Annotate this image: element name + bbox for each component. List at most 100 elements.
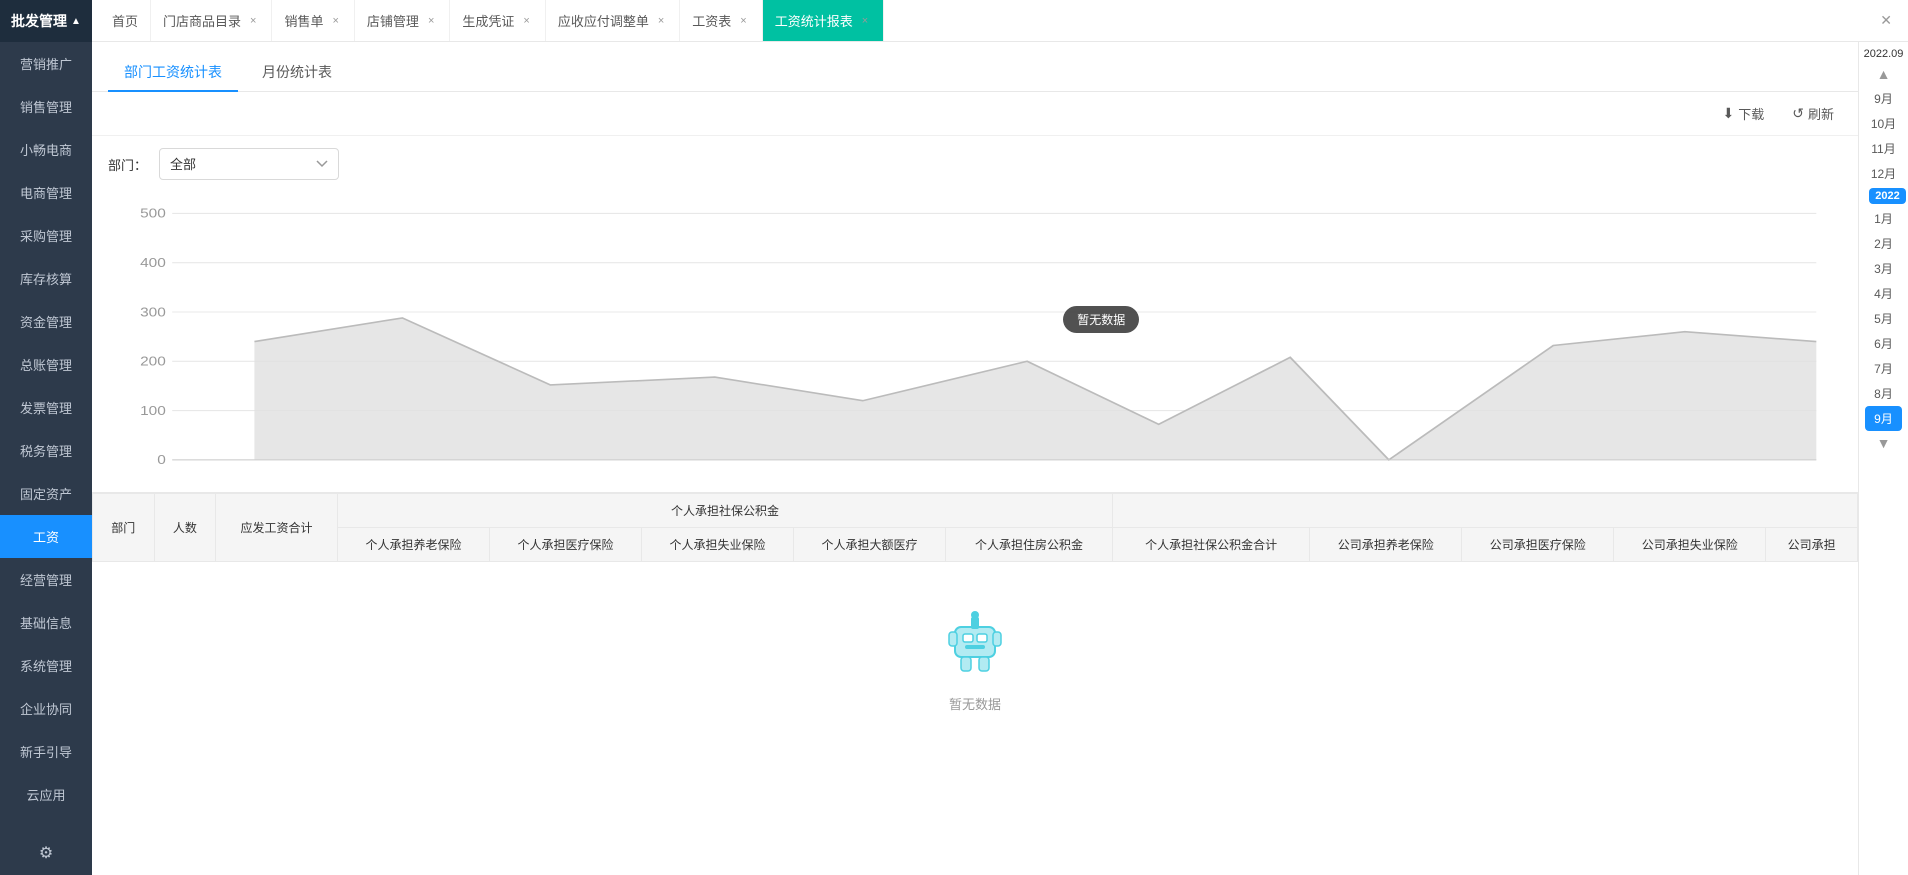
timeline-month-6月[interactable]: 6月 (1865, 331, 1901, 356)
tab-工资统计报表[interactable]: 工资统计报表 × (763, 0, 884, 41)
sidebar-item-采购管理[interactable]: 采购管理 (0, 214, 92, 257)
tab-close-icon[interactable]: × (737, 14, 749, 28)
timeline-month-4月[interactable]: 4月 (1865, 281, 1901, 306)
timeline-month-3月[interactable]: 3月 (1865, 256, 1901, 281)
tab-label: 工资统计报表 (775, 11, 853, 30)
refresh-label: 刷新 (1808, 104, 1834, 123)
toolbar: ⬇ 下载 ↺ 刷新 (92, 92, 1858, 136)
main-area: 首页门店商品目录×销售单×店铺管理×生成凭证×应收应付调整单×工资表×工资统计报… (92, 0, 1908, 875)
col-个人承担社保公积金合计: 个人承担社保公积金合计 (1113, 528, 1310, 562)
timeline-month-9月[interactable]: 9月 (1865, 406, 1901, 431)
col-个人承担住房公积金: 个人承担住房公积金 (945, 528, 1112, 562)
col-公司承担医疗保险: 公司承担医疗保险 (1462, 528, 1614, 562)
col-group-company (1113, 494, 1858, 528)
department-select[interactable]: 全部销售部财务部运营部 (159, 148, 339, 180)
tab-应收应付调整单[interactable]: 应收应付调整单× (546, 0, 680, 41)
download-label: 下载 (1738, 104, 1764, 123)
download-button[interactable]: ⬇ 下载 (1715, 100, 1773, 127)
timeline-month-11月[interactable]: 11月 (1865, 136, 1901, 161)
timeline-down-arrow[interactable]: ▼ (1859, 431, 1908, 455)
chart-area: 0100200300400500 暂无数据 (92, 192, 1858, 492)
timeline-month-1月[interactable]: 1月 (1865, 206, 1901, 231)
tab-工资表[interactable]: 工资表 × (680, 0, 762, 41)
tab-bar: 首页门店商品目录×销售单×店铺管理×生成凭证×应收应付调整单×工资表×工资统计报… (92, 0, 1908, 42)
sidebar-item-税务管理[interactable]: 税务管理 (0, 429, 92, 472)
sub-tabs: 部门工资统计表月份统计表 (108, 54, 348, 91)
sidebar-title: 批发管理 (11, 11, 67, 31)
chart-svg: 0100200300400500 (108, 192, 1842, 492)
col-个人承担医疗保险: 个人承担医疗保险 (489, 528, 641, 562)
refresh-button[interactable]: ↺ 刷新 (1784, 100, 1842, 127)
sidebar-item-系统管理[interactable]: 系统管理 (0, 644, 92, 687)
sidebar-item-资金管理[interactable]: 资金管理 (0, 300, 92, 343)
svg-text:500: 500 (140, 207, 166, 221)
svg-text:100: 100 (140, 404, 166, 418)
tab-label: 工资表 (692, 11, 731, 30)
timeline-month-9月[interactable]: 9月 (1865, 86, 1901, 111)
tab-items: 首页门店商品目录×销售单×店铺管理×生成凭证×应收应付调整单×工资表×工资统计报… (100, 0, 884, 41)
tab-label: 生成凭证 (462, 11, 514, 30)
tab-label: 店铺管理 (367, 11, 419, 30)
sidebar-footer[interactable]: ⚙ (0, 831, 92, 875)
filter-select-wrapper: 全部销售部财务部运营部 (159, 148, 339, 180)
col-个人承担养老保险: 个人承担养老保险 (337, 528, 489, 562)
timeline-month-12月[interactable]: 12月 (1865, 161, 1901, 186)
col-公司承担养老保险: 公司承担养老保险 (1310, 528, 1462, 562)
tab-生成凭证[interactable]: 生成凭证 × (450, 0, 545, 41)
sidebar-item-云应用[interactable]: 云应用 (0, 773, 92, 816)
timeline-month-8月[interactable]: 8月 (1865, 381, 1901, 406)
sidebar-item-工资[interactable]: 工资 (0, 515, 92, 558)
sidebar-item-新手引导[interactable]: 新手引导 (0, 730, 92, 773)
sidebar-item-小畅电商[interactable]: 小畅电商 (0, 128, 92, 171)
sidebar-item-基础信息[interactable]: 基础信息 (0, 601, 92, 644)
tab-close-icon[interactable]: × (247, 14, 259, 28)
sidebar-header[interactable]: 批发管理 ▲ (0, 0, 92, 42)
data-table: 部门人数应发工资合计个人承担社保公积金个人承担养老保险个人承担医疗保险个人承担失… (92, 493, 1858, 562)
tab-close-icon[interactable]: × (655, 14, 667, 28)
empty-state-text: 暂无数据 (949, 694, 1001, 713)
svg-text:400: 400 (140, 256, 166, 270)
tab-门店商品目录[interactable]: 门店商品目录× (151, 0, 272, 41)
timeline-month-5月[interactable]: 5月 (1865, 306, 1901, 331)
sub-tab-部门工资统计表[interactable]: 部门工资统计表 (108, 54, 238, 92)
timeline-up-arrow[interactable]: ▲ (1859, 62, 1908, 86)
col-公司承担: 公司承担 (1766, 528, 1858, 562)
sidebar-item-电商管理[interactable]: 电商管理 (0, 171, 92, 214)
sidebar-item-经营管理[interactable]: 经营管理 (0, 558, 92, 601)
empty-icon (935, 602, 1015, 682)
tab-close-icon[interactable]: × (520, 14, 532, 28)
tab-店铺管理[interactable]: 店铺管理 × (355, 0, 450, 41)
tab-label: 销售单 (284, 11, 323, 30)
tab-label: 首页 (112, 11, 138, 30)
tab-首页[interactable]: 首页 (100, 0, 151, 41)
sidebar-item-企业协同[interactable]: 企业协同 (0, 687, 92, 730)
sidebar-item-固定资产[interactable]: 固定资产 (0, 472, 92, 515)
sidebar-item-发票管理[interactable]: 发票管理 (0, 386, 92, 429)
svg-text:0: 0 (157, 453, 166, 467)
timeline-header: 2022.09 (1859, 46, 1908, 62)
sidebar-item-销售管理[interactable]: 销售管理 (0, 85, 92, 128)
timeline-month-2月[interactable]: 2月 (1865, 231, 1901, 256)
table-area[interactable]: 部门人数应发工资合计个人承担社保公积金个人承担养老保险个人承担医疗保险个人承担失… (92, 492, 1858, 875)
sidebar-item-营销推广[interactable]: 营销推广 (0, 42, 92, 85)
empty-state: 暂无数据 (92, 562, 1858, 753)
tab-close-icon[interactable]: × (859, 14, 871, 28)
timeline-month-10月[interactable]: 10月 (1865, 111, 1901, 136)
settings-icon: ⚙ (39, 845, 53, 862)
sub-tab-月份统计表[interactable]: 月份统计表 (246, 54, 348, 92)
svg-text:300: 300 (140, 305, 166, 319)
col-公司承担失业保险: 公司承担失业保险 (1614, 528, 1766, 562)
sidebar-item-总账管理[interactable]: 总账管理 (0, 343, 92, 386)
col-部门: 部门 (93, 494, 155, 562)
tab-close-icon[interactable]: × (329, 14, 341, 28)
sidebar-item-库存核算[interactable]: 库存核算 (0, 257, 92, 300)
page-content: 部门工资统计表月份统计表 ⬇ 下载 ↺ 刷新 部门： 全部销售部财务部运营部 (92, 42, 1908, 875)
sidebar-items: 营销推广销售管理小畅电商电商管理采购管理库存核算资金管理总账管理发票管理税务管理… (0, 42, 92, 816)
close-all-tabs-button[interactable]: ✕ (1880, 12, 1892, 29)
tab-close-icon[interactable]: × (425, 14, 437, 28)
tab-销售单[interactable]: 销售单 × (272, 0, 354, 41)
col-group-personal: 个人承担社保公积金 (337, 494, 1112, 528)
download-icon: ⬇ (1723, 105, 1735, 122)
timeline-month-7月[interactable]: 7月 (1865, 356, 1901, 381)
sidebar-arrow: ▲ (71, 16, 81, 27)
